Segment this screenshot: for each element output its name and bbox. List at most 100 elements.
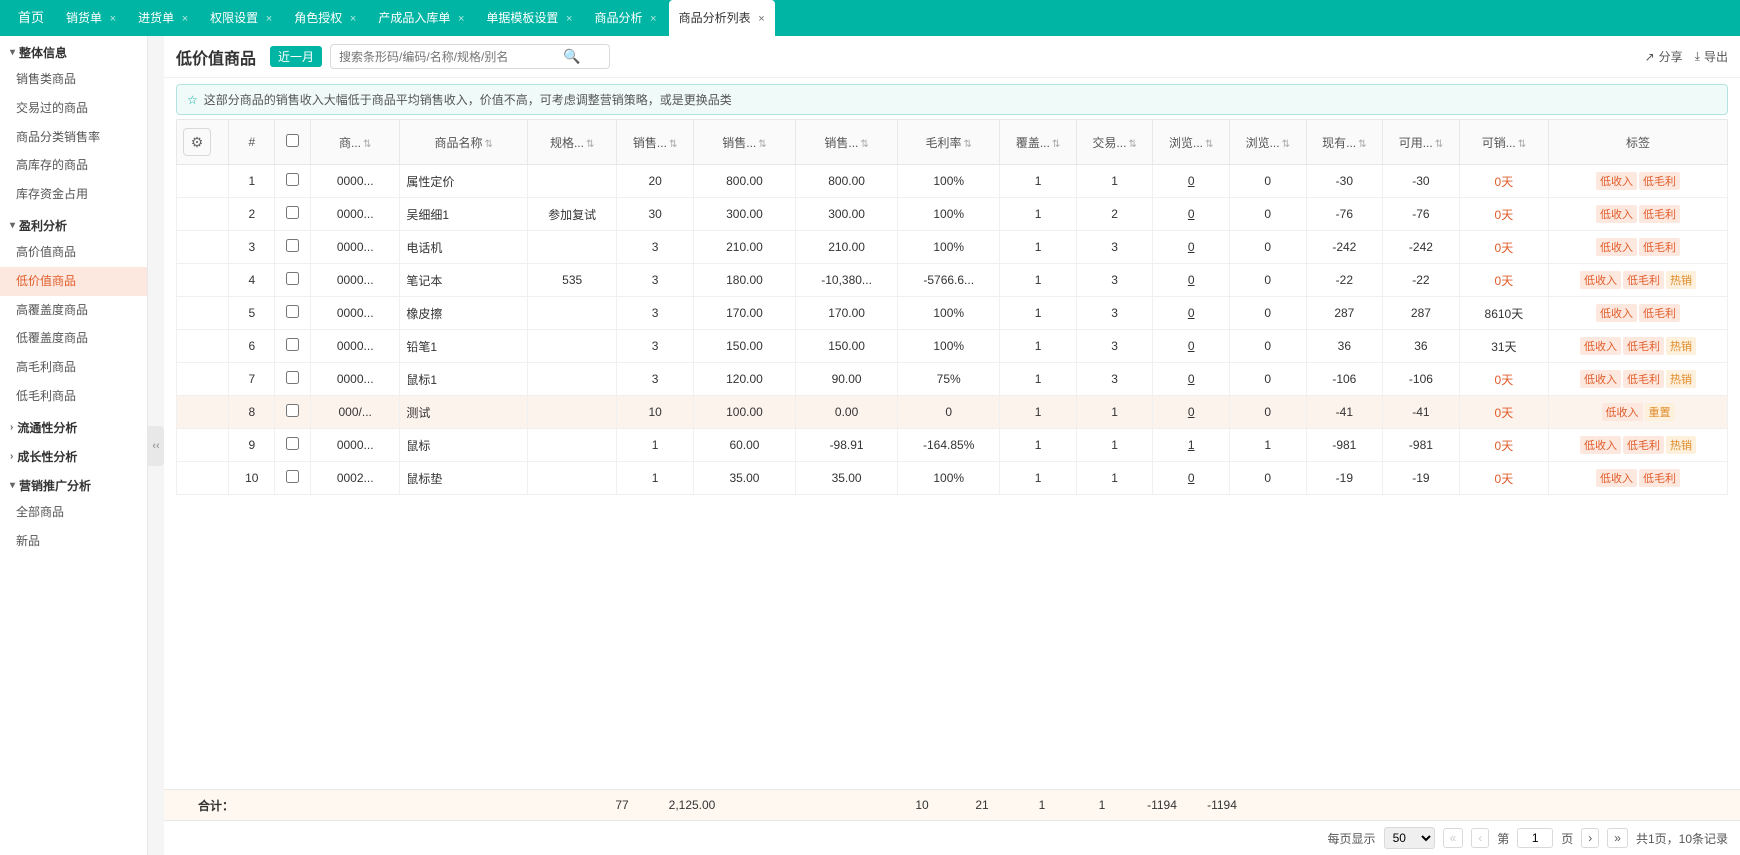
- th-sale2[interactable]: 销售...⇅: [693, 120, 795, 165]
- td-browse1[interactable]: 1: [1153, 429, 1230, 462]
- td-browse1[interactable]: 0: [1153, 198, 1230, 231]
- sidebar-item-low-margin[interactable]: 低毛利商品: [0, 382, 147, 411]
- first-page-btn[interactable]: «: [1443, 828, 1464, 848]
- last-page-btn[interactable]: »: [1607, 828, 1628, 848]
- th-browse2[interactable]: 浏览...⇅: [1229, 120, 1306, 165]
- td-checkbox[interactable]: [275, 396, 311, 429]
- settings-icon[interactable]: ⚙: [183, 128, 211, 156]
- sidebar-item-low-coverage[interactable]: 低覆盖度商品: [0, 324, 147, 353]
- period-button[interactable]: 近一月: [270, 46, 322, 67]
- row-checkbox[interactable]: [286, 470, 299, 483]
- sidebar-group-liquidity[interactable]: › 流通性分析: [0, 411, 147, 440]
- th-spec[interactable]: 规格...⇅: [528, 120, 617, 165]
- th-current[interactable]: 现有...⇅: [1306, 120, 1383, 165]
- row-checkbox[interactable]: [286, 437, 299, 450]
- sidebar-item-high-coverage[interactable]: 高覆盖度商品: [0, 296, 147, 325]
- sidebar-item-all-goods[interactable]: 全部商品: [0, 498, 147, 527]
- per-page-select[interactable]: 50 100 200: [1384, 827, 1435, 849]
- td-checkbox[interactable]: [275, 165, 311, 198]
- th-sale1[interactable]: 销售...⇅: [617, 120, 694, 165]
- row-checkbox[interactable]: [286, 173, 299, 186]
- select-all-checkbox[interactable]: [286, 134, 299, 147]
- search-input[interactable]: [339, 50, 559, 64]
- td-checkbox[interactable]: [275, 297, 311, 330]
- nav-template-close[interactable]: ×: [566, 13, 572, 25]
- nav-purchase[interactable]: 进货单 ×: [128, 0, 198, 36]
- th-code[interactable]: 商...⇅: [311, 120, 400, 165]
- row-checkbox[interactable]: [286, 272, 299, 285]
- row-checkbox[interactable]: [286, 371, 299, 384]
- next-page-btn[interactable]: ›: [1581, 828, 1599, 848]
- nav-goods-list-close[interactable]: ×: [758, 13, 764, 25]
- sidebar-group-profit[interactable]: ▾ 盈利分析: [0, 209, 147, 238]
- nav-template[interactable]: 单据模板设置 ×: [476, 0, 582, 36]
- th-name[interactable]: 商品名称⇅: [400, 120, 528, 165]
- sidebar-item-high-margin[interactable]: 高毛利商品: [0, 353, 147, 382]
- sidebar-group-overview[interactable]: ▾ 整体信息: [0, 36, 147, 65]
- th-checkbox[interactable]: [275, 120, 311, 165]
- sidebar-collapse-btn[interactable]: ‹‹: [148, 426, 164, 466]
- table-header-row: ⚙ # 商...⇅ 商品名称⇅ 规格...⇅ 销售...⇅ 销售...⇅ 销售.: [177, 120, 1728, 165]
- td-checkbox[interactable]: [275, 231, 311, 264]
- sidebar-group-growth[interactable]: › 成长性分析: [0, 440, 147, 469]
- page-number-input[interactable]: [1517, 828, 1553, 848]
- nav-goods-list[interactable]: 商品分析列表 ×: [669, 0, 775, 36]
- sidebar-item-high-value[interactable]: 高价值商品: [0, 238, 147, 267]
- th-trade[interactable]: 交易...⇅: [1076, 120, 1153, 165]
- td-browse1[interactable]: 0: [1153, 231, 1230, 264]
- nav-goods-analysis[interactable]: 商品分析 ×: [584, 0, 666, 36]
- td-browse1[interactable]: 0: [1153, 462, 1230, 495]
- td-checkbox[interactable]: [275, 363, 311, 396]
- row-checkbox[interactable]: [286, 338, 299, 351]
- nav-product-in[interactable]: 产成品入库单 ×: [368, 0, 474, 36]
- nav-purchase-close[interactable]: ×: [182, 13, 188, 25]
- sidebar-item-new-goods[interactable]: 新品: [0, 527, 147, 556]
- prev-page-btn[interactable]: ‹: [1471, 828, 1489, 848]
- footer-cov: 10: [892, 796, 952, 814]
- nav-permission[interactable]: 权限设置 ×: [200, 0, 282, 36]
- nav-permission-close[interactable]: ×: [266, 13, 272, 25]
- th-margin[interactable]: 毛利率⇅: [898, 120, 1000, 165]
- table-container[interactable]: ⚙ # 商...⇅ 商品名称⇅ 规格...⇅ 销售...⇅ 销售...⇅ 销售.: [164, 119, 1740, 789]
- td-browse1[interactable]: 0: [1153, 264, 1230, 297]
- sidebar-item-low-value[interactable]: 低价值商品: [0, 267, 147, 296]
- share-button[interactable]: ↗ 分享: [1645, 48, 1683, 65]
- td-checkbox[interactable]: [275, 462, 311, 495]
- sidebar-item-sales-goods[interactable]: 销售类商品: [0, 65, 147, 94]
- row-checkbox[interactable]: [286, 239, 299, 252]
- th-saleable[interactable]: 可销...⇅: [1459, 120, 1548, 165]
- nav-sales[interactable]: 销货单 ×: [56, 0, 126, 36]
- nav-role-close[interactable]: ×: [350, 13, 356, 25]
- arrow-icon-2: ▾: [10, 220, 15, 231]
- th-usable[interactable]: 可用...⇅: [1383, 120, 1460, 165]
- row-checkbox[interactable]: [286, 206, 299, 219]
- sidebar-item-traded-goods[interactable]: 交易过的商品: [0, 94, 147, 123]
- nav-product-in-close[interactable]: ×: [458, 13, 464, 25]
- nav-sales-close[interactable]: ×: [110, 13, 116, 25]
- td-browse1[interactable]: 0: [1153, 396, 1230, 429]
- td-usable: -981: [1383, 429, 1460, 462]
- search-icon[interactable]: 🔍: [563, 48, 580, 65]
- nav-role[interactable]: 角色授权 ×: [284, 0, 366, 36]
- td-browse1[interactable]: 0: [1153, 165, 1230, 198]
- th-sale3[interactable]: 销售...⇅: [796, 120, 898, 165]
- sidebar-group-marketing[interactable]: ▾ 营销推广分析: [0, 469, 147, 498]
- row-checkbox[interactable]: [286, 305, 299, 318]
- sidebar-item-stock-fund[interactable]: 库存资金占用: [0, 180, 147, 209]
- td-browse1[interactable]: 0: [1153, 297, 1230, 330]
- th-browse1[interactable]: 浏览...⇅: [1153, 120, 1230, 165]
- row-checkbox[interactable]: [286, 404, 299, 417]
- th-settings[interactable]: ⚙: [177, 120, 229, 165]
- td-browse1[interactable]: 0: [1153, 330, 1230, 363]
- td-checkbox[interactable]: [275, 198, 311, 231]
- sidebar-item-category-rate[interactable]: 商品分类销售率: [0, 123, 147, 152]
- nav-goods-analysis-close[interactable]: ×: [650, 13, 656, 25]
- td-checkbox[interactable]: [275, 264, 311, 297]
- td-checkbox[interactable]: [275, 330, 311, 363]
- td-checkbox[interactable]: [275, 429, 311, 462]
- th-coverage[interactable]: 覆盖...⇅: [1000, 120, 1077, 165]
- sidebar-item-high-stock[interactable]: 高库存的商品: [0, 151, 147, 180]
- td-browse1[interactable]: 0: [1153, 363, 1230, 396]
- export-button[interactable]: ⤓ 导出: [1695, 48, 1728, 65]
- nav-home[interactable]: 首页: [8, 0, 54, 36]
